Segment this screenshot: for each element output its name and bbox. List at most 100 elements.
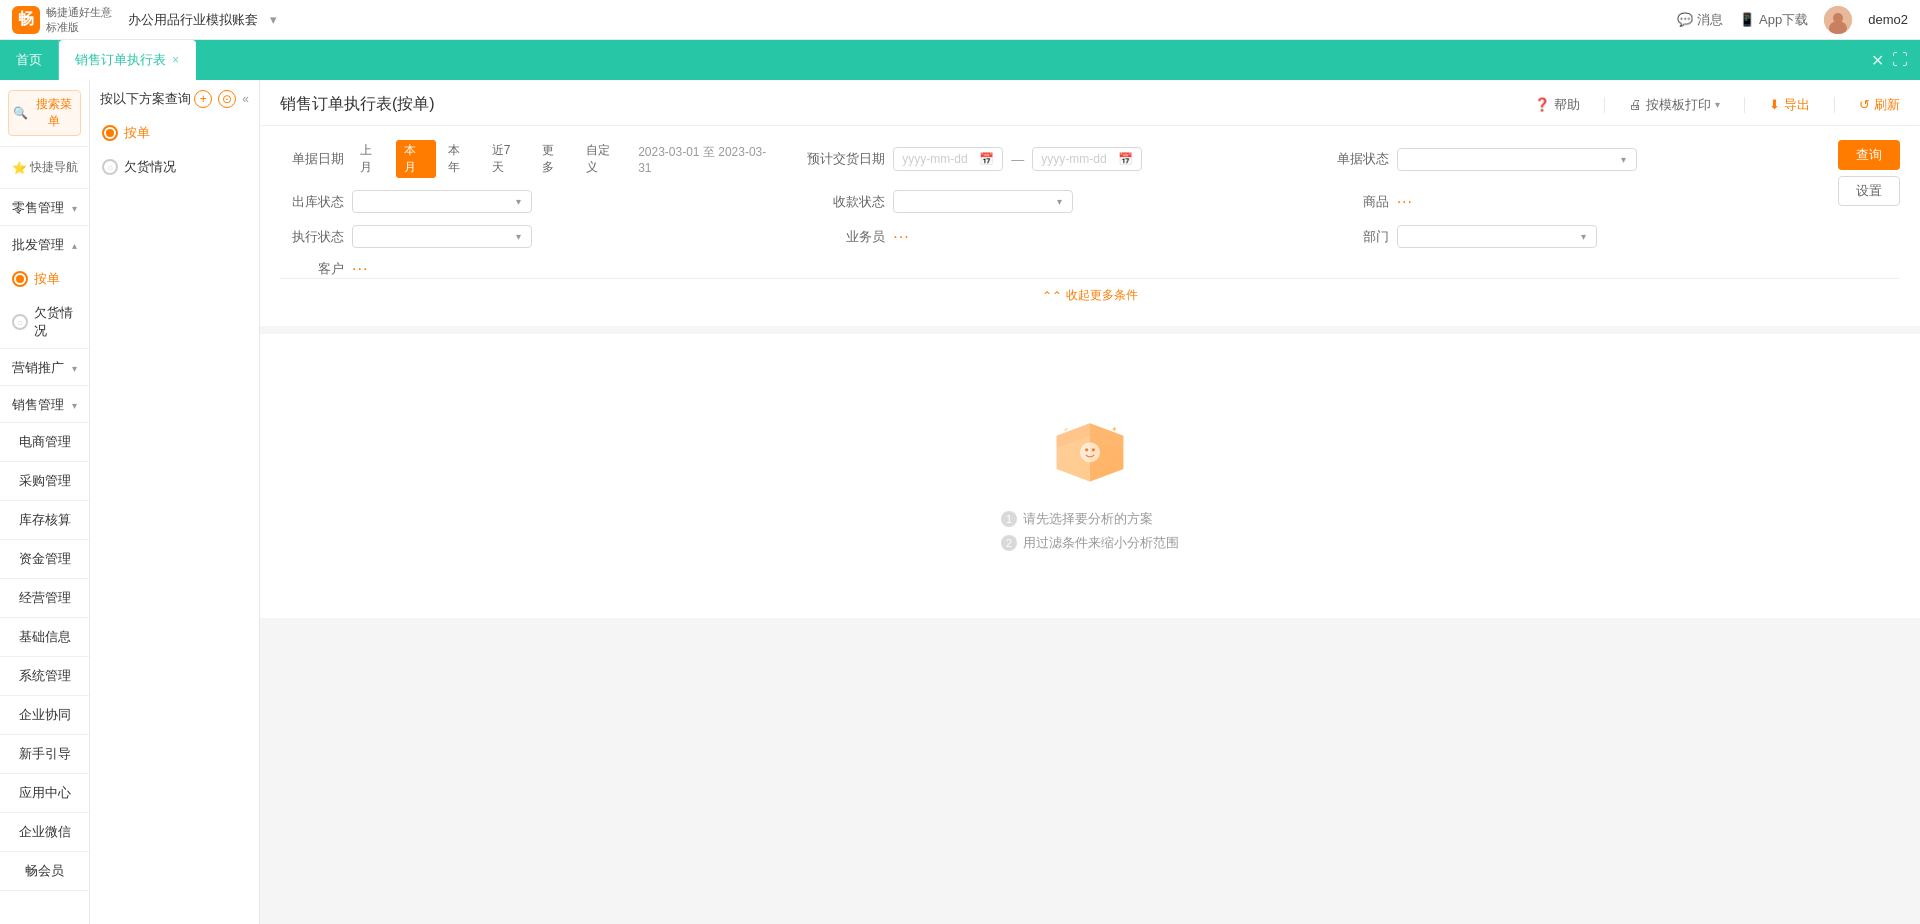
svg-text:✦: ✦ (1115, 456, 1119, 462)
filter-goods-cell: 商品 ··· (1327, 193, 1826, 211)
content-area: 按以下方案查询 + ⊙ « 按单 ○ 欠货情况 销 (90, 80, 1920, 924)
left-panel-actions: + ⊙ « (194, 90, 249, 108)
sidebar-item-system[interactable]: 系统管理 (0, 657, 89, 696)
tab-active[interactable]: 销售订单执行表 × (59, 40, 196, 80)
dept-label: 部门 (1327, 228, 1397, 246)
sidebar-item-member[interactable]: 畅会员 (0, 852, 89, 891)
logo-text: 畅捷通好生意 标准版 (46, 5, 112, 34)
expected-date-to[interactable]: yyyy-mm-dd 📅 (1032, 147, 1142, 171)
left-scheme-按单[interactable]: 按单 (90, 116, 259, 150)
tab-maximize-icon[interactable]: ⛶ (1892, 51, 1908, 69)
quick-nav-button[interactable]: ⭐ 快捷导航 (8, 155, 81, 180)
right-content: 销售订单执行表(按单) ❓ 帮助 🖨 按模板打印 ▾ ⬇ (260, 80, 1920, 924)
scheme-item-欠货情况[interactable]: ○ 欠货情况 (0, 296, 89, 348)
logo-icon: 畅 (12, 6, 40, 34)
filter-row-4: 客户 ··· (280, 260, 1826, 278)
sidebar-section-sales-header[interactable]: 销售管理 ▾ (0, 386, 89, 422)
search-menu-button[interactable]: 🔍 搜索菜单 (8, 90, 81, 136)
print-dropdown-icon: ▾ (1715, 99, 1720, 110)
refresh-icon: ↺ (1859, 97, 1870, 112)
expected-date-label: 预计交货日期 (803, 150, 893, 168)
filter-row-3: 执行状态 ▾ 业务员 ··· 部门 (280, 225, 1826, 248)
sidebar-item-finance[interactable]: 资金管理 (0, 540, 89, 579)
sidebar-item-basics[interactable]: 基础信息 (0, 618, 89, 657)
copy-scheme-button[interactable]: ⊙ (218, 90, 236, 108)
exec-status-select[interactable]: ▾ (352, 225, 532, 248)
salesman-label: 业务员 (803, 228, 893, 246)
dept-select[interactable]: ▾ (1397, 225, 1597, 248)
star-icon: ⭐ (12, 161, 27, 175)
customer-dots-button[interactable]: ··· (352, 260, 368, 278)
exec-status-label: 执行状态 (280, 228, 352, 246)
filter-row-1: 单据日期 上月 本月 本年 近7天 更多 自定义 2023-03-01 至 20… (280, 140, 1826, 178)
collapse-panel-button[interactable]: « (242, 92, 249, 106)
user-name[interactable]: demo2 (1868, 12, 1908, 27)
salesman-dots-button[interactable]: ··· (893, 228, 909, 246)
separator-3 (1834, 97, 1835, 113)
tab-close-icon[interactable]: × (172, 53, 179, 67)
system-title: 办公用品行业模拟账套 (128, 11, 258, 29)
hint-num-1: 1 (1001, 511, 1017, 527)
query-button[interactable]: 查询 (1838, 140, 1900, 170)
sidebar-section-wholesale: 批发管理 ▴ 按单 ○ 欠货情况 (0, 226, 89, 349)
sidebar-item-ecommerce[interactable]: 电商管理 (0, 423, 89, 462)
tab-close-window-icon[interactable]: ✕ (1871, 51, 1884, 70)
filter-date-cell: 单据日期 上月 本月 本年 近7天 更多 自定义 2023-03-01 至 20… (280, 140, 779, 178)
left-scheme-欠货情况[interactable]: ○ 欠货情况 (90, 150, 259, 184)
sidebar-item-guide[interactable]: 新手引导 (0, 735, 89, 774)
svg-point-8 (1080, 442, 1100, 462)
date-tab-this-month[interactable]: 本月 (396, 140, 436, 178)
sidebar: 🔍 搜索菜单 ⭐ 快捷导航 零售管理 ▾ 批发管理 ▴ (0, 80, 90, 924)
date-tab-more[interactable]: 更多 (534, 140, 574, 178)
export-button[interactable]: ⬇ 导出 (1769, 96, 1810, 114)
top-bar-left: 畅 畅捷通好生意 标准版 办公用品行业模拟账套 ▾ (12, 5, 277, 34)
scheme-item-按单[interactable]: 按单 (0, 262, 89, 296)
svg-point-10 (1092, 448, 1095, 451)
tab-home[interactable]: 首页 (0, 40, 59, 80)
refresh-button[interactable]: ↺ 刷新 (1859, 96, 1900, 114)
date-label: 单据日期 (280, 150, 352, 168)
retail-section-title: 零售管理 (12, 199, 64, 217)
date-tab-this-year[interactable]: 本年 (440, 140, 480, 178)
exec-status-chevron-icon: ▾ (516, 231, 521, 242)
expected-date-from[interactable]: yyyy-mm-dd 📅 (893, 147, 1003, 171)
date-tab-last-month[interactable]: 上月 (352, 140, 392, 178)
help-button[interactable]: ❓ 帮助 (1534, 96, 1580, 114)
sidebar-item-inventory[interactable]: 库存核算 (0, 501, 89, 540)
settings-button[interactable]: 设置 (1838, 176, 1900, 206)
customer-label: 客户 (280, 260, 352, 278)
sidebar-section-wholesale-header[interactable]: 批发管理 ▴ (0, 226, 89, 262)
sidebar-item-enterprise[interactable]: 企业协同 (0, 696, 89, 735)
receive-status-select[interactable]: ▾ (893, 190, 1073, 213)
page-header: 销售订单执行表(按单) ❓ 帮助 🖨 按模板打印 ▾ ⬇ (260, 80, 1920, 126)
sidebar-section-sales: 销售管理 ▾ (0, 386, 89, 423)
out-status-select[interactable]: ▾ (352, 190, 532, 213)
template-print-button[interactable]: 🖨 按模板打印 ▾ (1629, 96, 1720, 114)
filter-doc-status-cell: 单据状态 ▾ (1327, 148, 1826, 171)
collapse-bar[interactable]: ⌃⌃ 收起更多条件 (280, 278, 1900, 312)
doc-status-chevron-icon: ▾ (1621, 154, 1626, 165)
system-title-dropdown-icon[interactable]: ▾ (270, 12, 277, 27)
main-layout: 🔍 搜索菜单 ⭐ 快捷导航 零售管理 ▾ 批发管理 ▴ (0, 80, 1920, 924)
user-avatar (1824, 6, 1852, 34)
doc-status-select[interactable]: ▾ (1397, 148, 1637, 171)
top-bar: 畅 畅捷通好生意 标准版 办公用品行业模拟账套 ▾ 💬 消息 📱 App下载 d… (0, 0, 1920, 40)
search-icon: 🔍 (13, 106, 28, 120)
wholesale-section-title: 批发管理 (12, 236, 64, 254)
sidebar-item-purchase[interactable]: 采购管理 (0, 462, 89, 501)
sidebar-item-app-center[interactable]: 应用中心 (0, 774, 89, 813)
message-button[interactable]: 💬 消息 (1677, 11, 1723, 29)
left-panel: 按以下方案查询 + ⊙ « 按单 ○ 欠货情况 (90, 80, 260, 924)
sidebar-item-operations[interactable]: 经营管理 (0, 579, 89, 618)
date-tab-7days[interactable]: 近7天 (484, 140, 531, 178)
date-tab-custom[interactable]: 自定义 (578, 140, 630, 178)
sidebar-item-wechat[interactable]: 企业微信 (0, 813, 89, 852)
app-download-button[interactable]: 📱 App下载 (1739, 11, 1808, 29)
sidebar-search-section: 🔍 搜索菜单 (0, 80, 89, 147)
sidebar-section-marketing-header[interactable]: 营销推广 ▾ (0, 349, 89, 385)
goods-dots-button[interactable]: ··· (1397, 193, 1413, 211)
left-scheme-dot (106, 129, 114, 137)
date-separator: — (1011, 152, 1024, 167)
add-scheme-button[interactable]: + (194, 90, 212, 108)
sidebar-section-retail-header[interactable]: 零售管理 ▾ (0, 189, 89, 225)
